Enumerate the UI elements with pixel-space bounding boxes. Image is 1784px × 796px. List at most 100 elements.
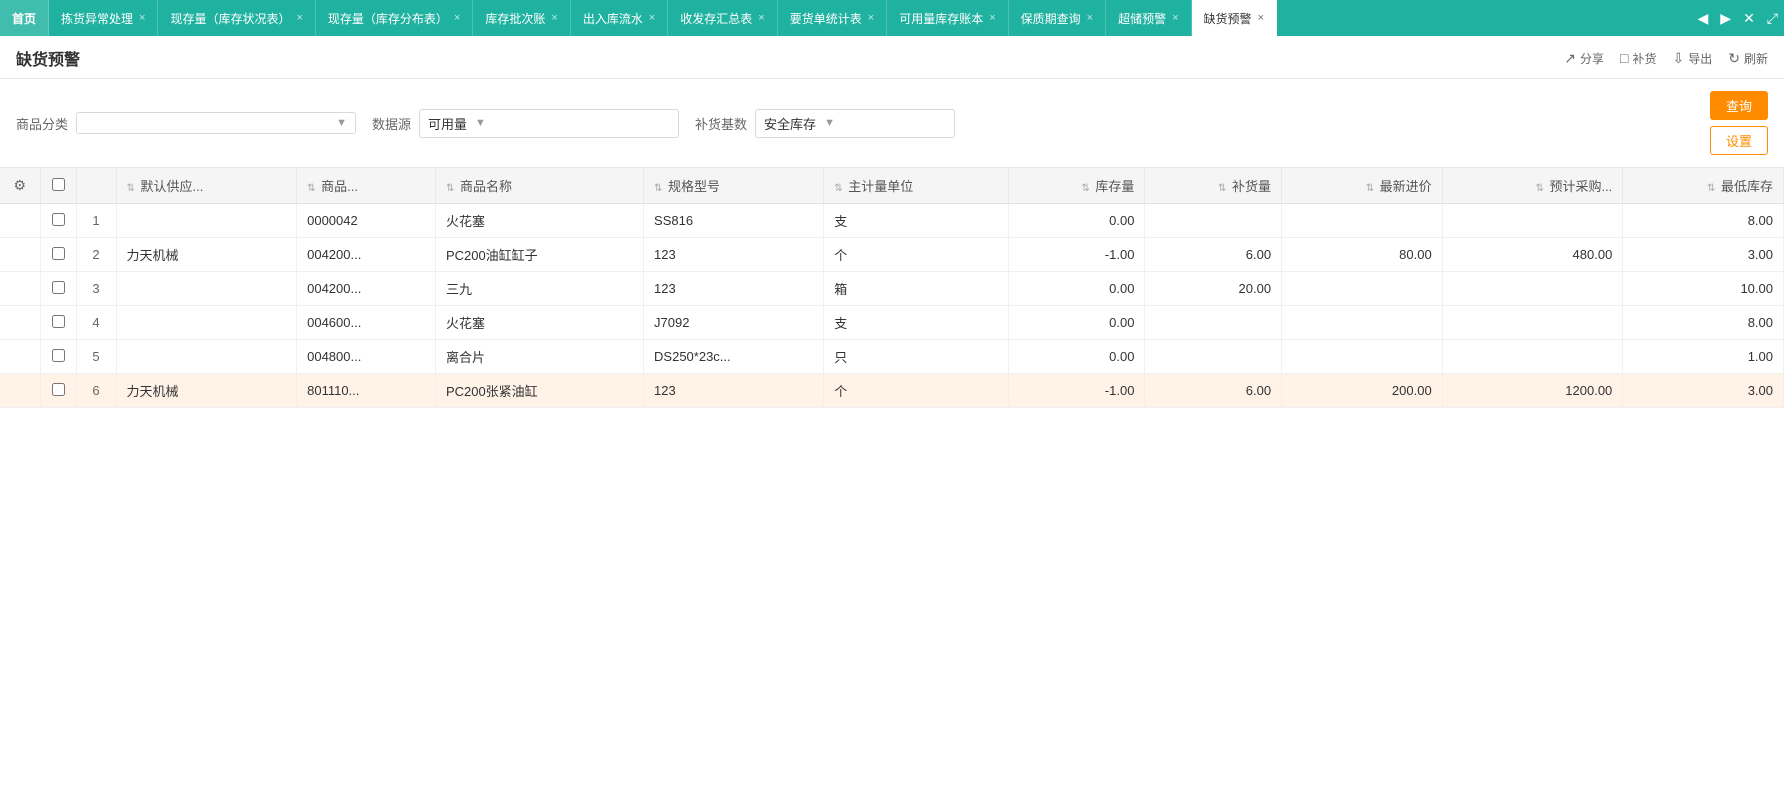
row-check-5 [40, 374, 76, 408]
row-stock-3: 0.00 [1008, 306, 1145, 340]
tab-item-receive-summary[interactable]: 收发存汇总表× [668, 0, 777, 36]
row-replenish-1: 6.00 [1145, 238, 1282, 272]
tab-close-all[interactable]: ✕ [1737, 0, 1761, 36]
row-replenish-0 [1145, 204, 1282, 238]
category-select[interactable]: ▼ [76, 112, 356, 134]
tab-close-expiry-query[interactable]: × [1087, 12, 1093, 24]
tab-nav-buttons: ◀ ▶ ✕ ⤢ [1692, 0, 1784, 36]
row-supplier-2 [116, 272, 297, 306]
row-name-4: 离合片 [435, 340, 643, 374]
tab-expand[interactable]: ⤢ [1761, 0, 1784, 36]
row-stock-4: 0.00 [1008, 340, 1145, 374]
tab-close-abnormal[interactable]: × [139, 12, 145, 24]
row-est-purchase-3 [1442, 306, 1623, 340]
tab-close-batch-account[interactable]: × [551, 12, 557, 24]
row-min-stock-2: 10.00 [1623, 272, 1784, 306]
tab-item-abnormal[interactable]: 拣货异常处理 × [49, 0, 158, 36]
tab-item-batch-account[interactable]: 库存批次账× [473, 0, 570, 36]
refresh-icon: ↻ [1728, 50, 1740, 67]
row-unit-3: 支 [824, 306, 1009, 340]
row-num-1: 2 [76, 238, 116, 272]
main-content: 缺货预警 ↗ 分享 □ 补货 ⇩ 导出 ↻ 刷新 商品分类 [0, 36, 1784, 796]
tab-item-overstock[interactable]: 超储预警× [1106, 0, 1191, 36]
row-checkbox-4[interactable] [52, 349, 65, 362]
tab-close-shortage[interactable]: × [1258, 12, 1264, 24]
tab-item-home[interactable]: 首页 [0, 0, 49, 36]
tab-item-inout-flow[interactable]: 出入库流水× [571, 0, 668, 36]
row-unit-1: 个 [824, 238, 1009, 272]
unit-sort-icon: ⇅ [834, 183, 842, 194]
tab-close-overstock[interactable]: × [1172, 12, 1178, 24]
col-min-stock-header[interactable]: ⇅ 最低库存 [1623, 168, 1784, 204]
row-check-4 [40, 340, 76, 374]
row-supplier-5: 力天机械 [116, 374, 297, 408]
share-button[interactable]: ↗ 分享 [1564, 50, 1604, 67]
row-checkbox-0[interactable] [52, 213, 65, 226]
code-sort-icon: ⇅ [307, 183, 315, 194]
table-row: 1 0000042 火花塞 SS816 支 0.00 8.00 [0, 204, 1784, 238]
shortage-table: ⚙ ⇅ 默认供应... ⇅ 商品... ⇅ [0, 168, 1784, 408]
row-checkbox-3[interactable] [52, 315, 65, 328]
tab-item-inventory-dist[interactable]: 现存量（库存分布表）× [316, 0, 473, 36]
row-price-2 [1282, 272, 1443, 306]
col-supplier-header[interactable]: ⇅ 默认供应... [116, 168, 297, 204]
row-gear-0 [0, 204, 40, 238]
tab-label-abnormal: 拣货异常处理 [61, 10, 133, 27]
select-all-checkbox[interactable] [52, 178, 65, 191]
tab-label-expiry-query: 保质期查询 [1021, 10, 1081, 27]
tab-close-inventory-status[interactable]: × [296, 12, 302, 24]
row-checkbox-1[interactable] [52, 247, 65, 260]
col-stock-header[interactable]: ⇅ 库存量 [1008, 168, 1145, 204]
row-checkbox-2[interactable] [52, 281, 65, 294]
row-est-purchase-2 [1442, 272, 1623, 306]
col-est-purchase-header[interactable]: ⇅ 预计采购... [1442, 168, 1623, 204]
table-row: 3 004200... 三九 123 箱 0.00 20.00 10.00 [0, 272, 1784, 306]
replenish-base-select[interactable]: 安全库存 ▼ [755, 109, 955, 138]
replenish-base-label: 补货基数 [695, 114, 747, 133]
row-replenish-4 [1145, 340, 1282, 374]
col-gear-header: ⚙ [0, 168, 40, 204]
row-est-purchase-1: 480.00 [1442, 238, 1623, 272]
datasource-select[interactable]: 可用量 ▼ [419, 109, 679, 138]
row-code-2: 004200... [297, 272, 436, 306]
col-name-header[interactable]: ⇅ 商品名称 [435, 168, 643, 204]
refresh-button[interactable]: ↻ 刷新 [1728, 50, 1768, 67]
col-replenish-header[interactable]: ⇅ 补货量 [1145, 168, 1282, 204]
query-button[interactable]: 查询 [1710, 91, 1768, 120]
col-unit-header[interactable]: ⇅ 主计量单位 [824, 168, 1009, 204]
row-gear-3 [0, 306, 40, 340]
col-latest-price-header[interactable]: ⇅ 最新进价 [1282, 168, 1443, 204]
gear-settings-button[interactable]: ⚙ [13, 177, 26, 194]
row-min-stock-4: 1.00 [1623, 340, 1784, 374]
row-gear-1 [0, 238, 40, 272]
row-spec-0: SS816 [644, 204, 824, 238]
tab-item-order-stats[interactable]: 要货单统计表× [778, 0, 887, 36]
tab-close-inventory-dist[interactable]: × [454, 12, 460, 24]
tab-item-available-ledger[interactable]: 可用量库存账本 × [887, 0, 1008, 36]
col-spec-header[interactable]: ⇅ 规格型号 [644, 168, 824, 204]
row-min-stock-3: 8.00 [1623, 306, 1784, 340]
tab-close-receive-summary[interactable]: × [758, 12, 764, 24]
tab-close-inout-flow[interactable]: × [649, 12, 655, 24]
tab-scroll-right[interactable]: ▶ [1714, 0, 1737, 36]
tab-close-available-ledger[interactable]: × [989, 12, 995, 24]
tab-label-available-ledger: 可用量库存账本 [899, 10, 983, 27]
export-button[interactable]: ⇩ 导出 [1673, 50, 1713, 67]
replenish-button[interactable]: □ 补货 [1620, 50, 1656, 67]
row-supplier-1: 力天机械 [116, 238, 297, 272]
row-min-stock-0: 8.00 [1623, 204, 1784, 238]
filter-bar: 商品分类 ▼ 数据源 可用量 ▼ 补货基数 安全库存 ▼ 查询 设置 [0, 79, 1784, 168]
tab-label-shortage: 缺货预警 [1204, 10, 1252, 27]
row-unit-2: 箱 [824, 272, 1009, 306]
tab-scroll-left[interactable]: ◀ [1692, 0, 1715, 36]
replenish-sort-icon: ⇅ [1218, 183, 1226, 194]
tab-close-order-stats[interactable]: × [868, 12, 874, 24]
col-code-header[interactable]: ⇅ 商品... [297, 168, 436, 204]
settings-button[interactable]: 设置 [1710, 126, 1768, 155]
row-gear-2 [0, 272, 40, 306]
row-checkbox-5[interactable] [52, 383, 65, 396]
tab-item-inventory-status[interactable]: 现存量（库存状况表）× [158, 0, 315, 36]
tab-item-shortage[interactable]: 缺货预警 × [1192, 0, 1277, 36]
filter-right-buttons: 查询 设置 [1710, 91, 1768, 155]
tab-item-expiry-query[interactable]: 保质期查询 × [1009, 0, 1106, 36]
